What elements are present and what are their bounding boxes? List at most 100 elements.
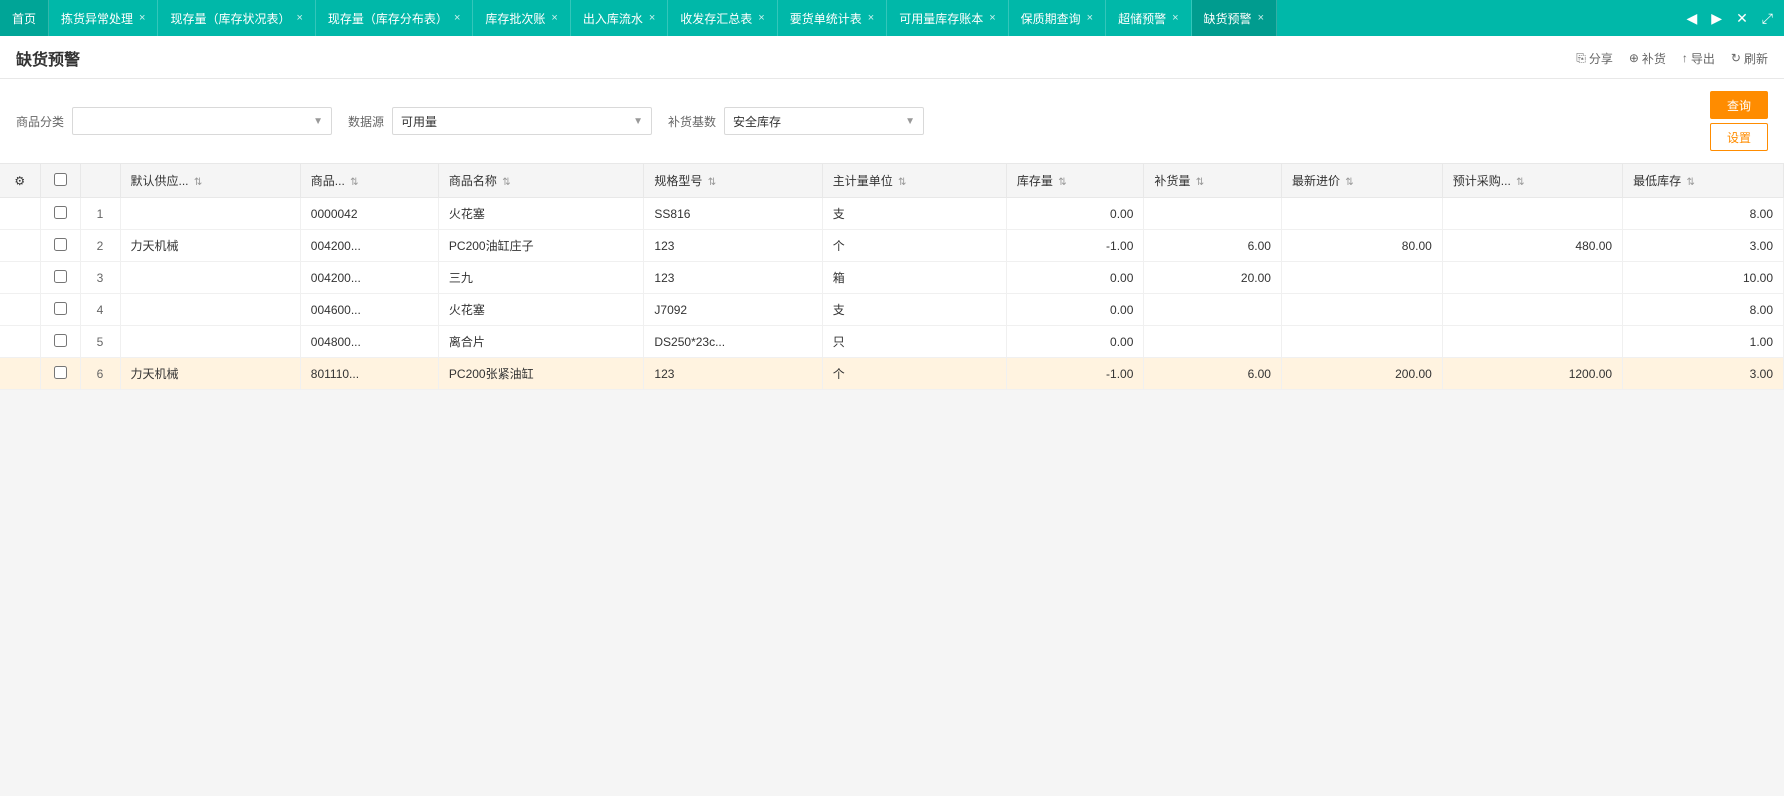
- th-replenish-label: 补货量: [1154, 174, 1190, 188]
- nav-tab-9[interactable]: 保质期查询 ×: [1009, 0, 1106, 36]
- row-index-cell: 1: [80, 198, 120, 230]
- gear-icon: ⚙: [14, 174, 25, 188]
- refresh-button[interactable]: ↻ 刷新: [1731, 50, 1768, 67]
- row-index-cell: 6: [80, 358, 120, 390]
- nav-tab-home[interactable]: 首页: [0, 0, 49, 36]
- th-index: [80, 164, 120, 198]
- row-supplier-cell: 力天机械: [120, 358, 300, 390]
- nav-tab-11[interactable]: 缺货预警 ×: [1192, 0, 1277, 36]
- replenish-button[interactable]: ⊕ 补货: [1629, 50, 1666, 67]
- row-product-name-cell: 火花塞: [438, 294, 643, 326]
- nav-close-button[interactable]: ✕: [1731, 8, 1753, 29]
- nav-tab-1-close[interactable]: ×: [139, 12, 145, 24]
- nav-tab-11-close[interactable]: ×: [1258, 12, 1264, 24]
- nav-tab-10-close[interactable]: ×: [1172, 12, 1178, 24]
- row-settings-cell: [0, 198, 40, 230]
- th-settings[interactable]: ⚙: [0, 164, 40, 198]
- page-title: 缺货预警: [16, 46, 80, 70]
- th-supplier[interactable]: 默认供应... ⇅: [120, 164, 300, 198]
- row-min-stock-cell: 3.00: [1623, 230, 1784, 262]
- th-checkbox[interactable]: [40, 164, 80, 198]
- row-checkbox-4[interactable]: [54, 334, 67, 347]
- th-replenish[interactable]: 补货量 ⇅: [1144, 164, 1282, 198]
- row-spec-cell: 123: [644, 262, 822, 294]
- th-stock[interactable]: 库存量 ⇅: [1006, 164, 1144, 198]
- row-product-name-cell: PC200油缸庄子: [438, 230, 643, 262]
- row-checkbox-cell[interactable]: [40, 294, 80, 326]
- export-button[interactable]: ↑ 导出: [1682, 50, 1715, 67]
- row-checkbox-cell[interactable]: [40, 262, 80, 294]
- datasource-select[interactable]: 可用量 ▼: [392, 107, 652, 135]
- row-min-stock-cell: 1.00: [1623, 326, 1784, 358]
- nav-tab-6[interactable]: 收发存汇总表 ×: [668, 0, 777, 36]
- nav-tab-1[interactable]: 拣货异常处理 ×: [49, 0, 158, 36]
- nav-tab-4[interactable]: 库存批次账 ×: [473, 0, 570, 36]
- row-checkbox-cell[interactable]: [40, 358, 80, 390]
- row-checkbox-cell[interactable]: [40, 326, 80, 358]
- row-checkbox-3[interactable]: [54, 302, 67, 315]
- datasource-dropdown-icon: ▼: [633, 116, 643, 127]
- settings-button[interactable]: 设置: [1710, 123, 1768, 151]
- nav-tab-8-close[interactable]: ×: [989, 12, 995, 24]
- category-select[interactable]: ▼: [72, 107, 332, 135]
- export-icon: ↑: [1682, 51, 1688, 65]
- th-spec-label: 规格型号: [654, 174, 702, 188]
- replenish-dropdown-icon: ▼: [905, 116, 915, 127]
- th-spec[interactable]: 规格型号 ⇅: [644, 164, 822, 198]
- nav-tab-2-close[interactable]: ×: [296, 12, 302, 24]
- header-actions: ⎘ 分享 ⊕ 补货 ↑ 导出 ↻ 刷新: [1576, 50, 1768, 67]
- nav-tab-7[interactable]: 要货单统计表 ×: [778, 0, 887, 36]
- th-stock-label: 库存量: [1017, 174, 1053, 188]
- th-product-code[interactable]: 商品... ⇅: [300, 164, 438, 198]
- query-button[interactable]: 查询: [1710, 91, 1768, 119]
- table-row: 4 004600... 火花塞 J7092 支 0.00 8.00: [0, 294, 1784, 326]
- nav-tab-8[interactable]: 可用量库存账本 ×: [887, 0, 1008, 36]
- nav-tab-2[interactable]: 现存量（库存状况表） ×: [158, 0, 315, 36]
- nav-tab-5-close[interactable]: ×: [649, 12, 655, 24]
- row-checkbox-1[interactable]: [54, 238, 67, 251]
- th-min-stock[interactable]: 最低库存 ⇅: [1623, 164, 1784, 198]
- nav-next-button[interactable]: ▶: [1706, 8, 1727, 29]
- row-checkbox-0[interactable]: [54, 206, 67, 219]
- share-icon: ⎘: [1576, 51, 1586, 66]
- replenish-select[interactable]: 安全库存 ▼: [724, 107, 924, 135]
- nav-tab-3-close[interactable]: ×: [454, 12, 460, 24]
- share-button[interactable]: ⎘ 分享: [1576, 50, 1613, 67]
- replenish-label: 补货基数: [668, 113, 716, 130]
- row-latest-price-cell: 200.00: [1281, 358, 1442, 390]
- nav-prev-button[interactable]: ◀: [1682, 8, 1703, 29]
- row-stock-cell: -1.00: [1006, 230, 1144, 262]
- th-product-name[interactable]: 商品名称 ⇅: [438, 164, 643, 198]
- row-est-purchase-cell: [1442, 294, 1622, 326]
- nav-tab-6-close[interactable]: ×: [758, 12, 764, 24]
- row-checkbox-cell[interactable]: [40, 230, 80, 262]
- row-stock-cell: 0.00: [1006, 262, 1144, 294]
- row-checkbox-cell[interactable]: [40, 198, 80, 230]
- nav-tab-9-close[interactable]: ×: [1087, 12, 1093, 24]
- nav-tab-4-close[interactable]: ×: [551, 12, 557, 24]
- row-checkbox-2[interactable]: [54, 270, 67, 283]
- th-unit[interactable]: 主计量单位 ⇅: [822, 164, 1006, 198]
- share-label: 分享: [1589, 50, 1613, 67]
- nav-tab-5[interactable]: 出入库流水 ×: [571, 0, 668, 36]
- replenish-filter-group: 补货基数 安全库存 ▼: [668, 107, 924, 135]
- row-unit-cell: 只: [822, 326, 1006, 358]
- nav-tab-4-label: 库存批次账: [485, 10, 545, 27]
- table-row: 3 004200... 三九 123 箱 0.00 20.00 10.00: [0, 262, 1784, 294]
- nav-tab-3[interactable]: 现存量（库存分布表） ×: [316, 0, 473, 36]
- row-settings-cell: [0, 358, 40, 390]
- nav-expand-button[interactable]: ⤢: [1757, 8, 1778, 29]
- row-product-code-cell: 004600...: [300, 294, 438, 326]
- th-est-purchase[interactable]: 预计采购... ⇅: [1442, 164, 1622, 198]
- category-dropdown-icon: ▼: [313, 116, 323, 127]
- th-latest-price[interactable]: 最新进价 ⇅: [1281, 164, 1442, 198]
- nav-tab-home-label: 首页: [12, 10, 36, 27]
- sort-icon-latest-price: ⇅: [1345, 177, 1353, 188]
- table-row: 2 力天机械 004200... PC200油缸庄子 123 个 -1.00 6…: [0, 230, 1784, 262]
- row-checkbox-5[interactable]: [54, 366, 67, 379]
- row-latest-price-cell: [1281, 198, 1442, 230]
- nav-tab-7-close[interactable]: ×: [868, 12, 874, 24]
- nav-tab-10[interactable]: 超储预警 ×: [1106, 0, 1191, 36]
- select-all-checkbox[interactable]: [54, 173, 67, 186]
- nav-tab-11-label: 缺货预警: [1204, 10, 1252, 27]
